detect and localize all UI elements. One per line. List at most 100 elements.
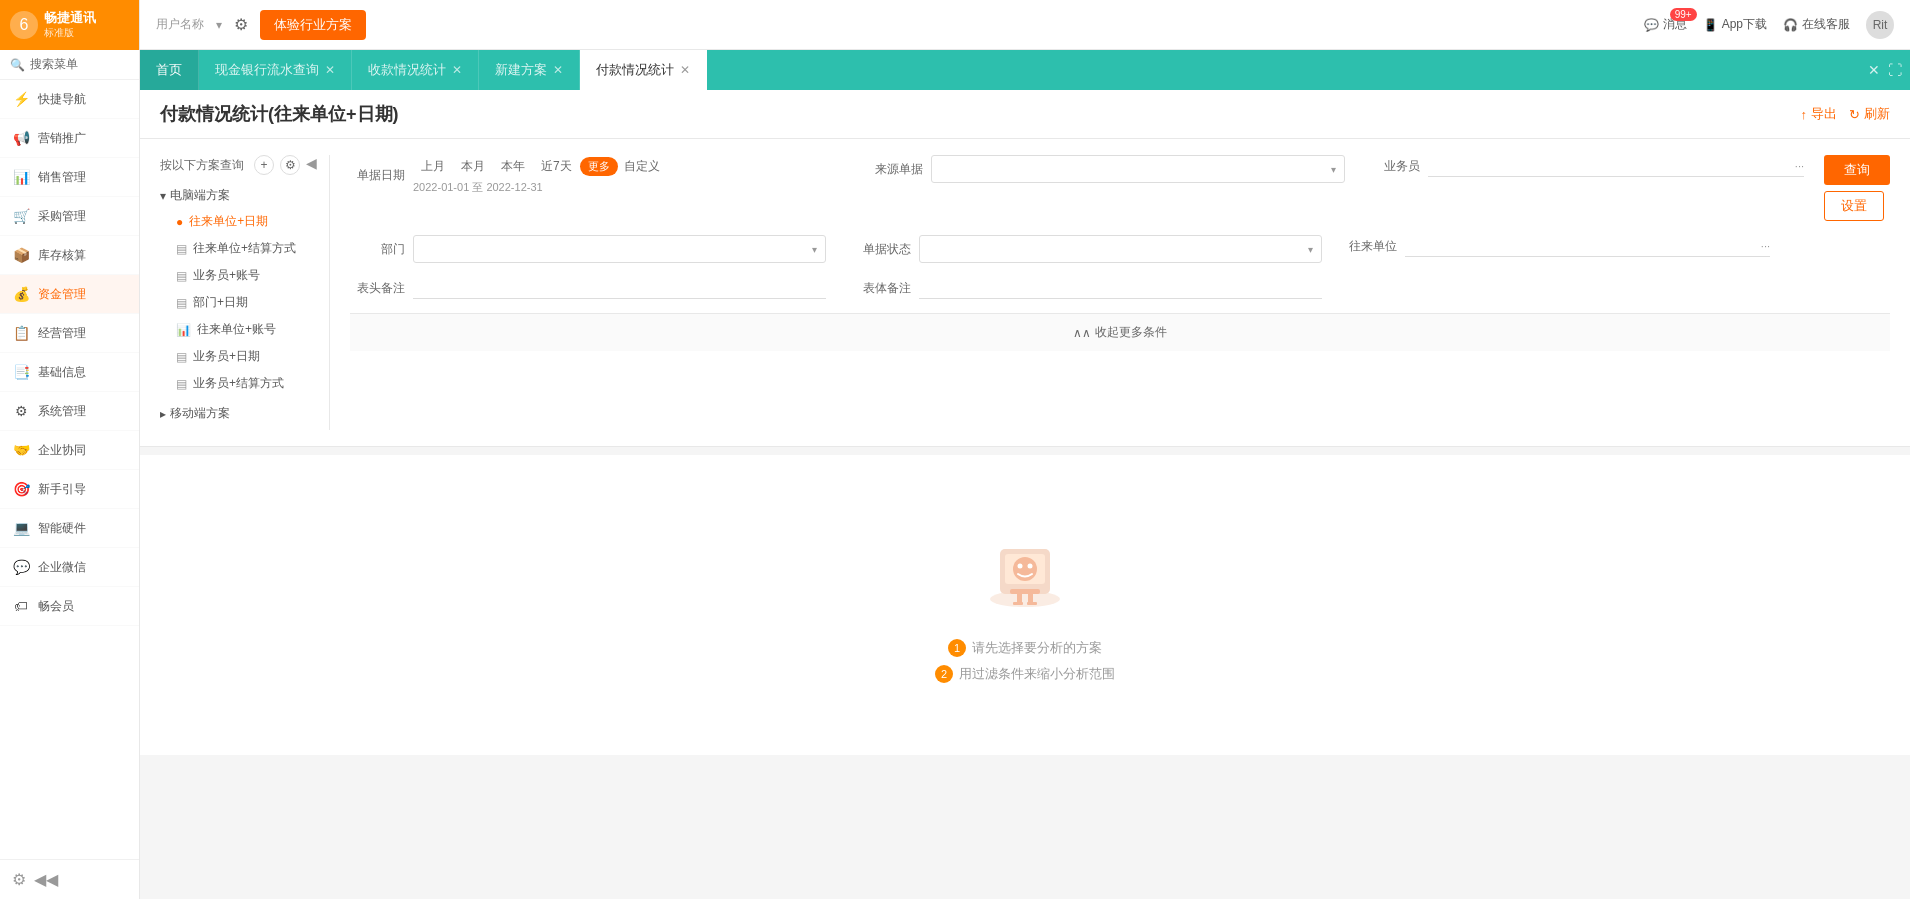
related-unit-more-icon[interactable]: ··· — [1761, 240, 1770, 252]
tab-collection[interactable]: 收款情况统计✕ — [352, 50, 479, 90]
sidebar-item-basic[interactable]: 📑 基础信息 — [0, 353, 139, 392]
tab-new_scheme[interactable]: 新建方案 ✕ — [479, 50, 580, 90]
date-this-year[interactable]: 本年 — [493, 155, 533, 178]
related-unit-value[interactable]: ··· — [1405, 235, 1770, 257]
collapse-more-button[interactable]: ∧∧ 收起更多条件 — [1073, 324, 1167, 341]
nav-label-capital: 资金管理 — [38, 286, 86, 303]
tab-close-new_scheme[interactable]: ✕ — [553, 63, 563, 77]
scheme-group-title-mobile[interactable]: ▸移动端方案 — [160, 401, 317, 426]
svg-rect-10 — [1027, 602, 1037, 605]
sidebar-item-member[interactable]: 🏷 畅会员 — [0, 587, 139, 626]
sidebar-item-inventory[interactable]: 📦 库存核算 — [0, 236, 139, 275]
header-note-field: 表头备注 — [350, 277, 826, 299]
nav-icon-marketing: 📢 — [12, 129, 30, 147]
service-icon: 🎧 — [1783, 18, 1798, 32]
nav-icon-purchase: 🛒 — [12, 207, 30, 225]
nav-icon-sales: 📊 — [12, 168, 30, 186]
scheme-item-unit_account[interactable]: 📊往来单位+账号 — [160, 316, 317, 343]
tab-close-payment[interactable]: ✕ — [680, 63, 690, 77]
header-dropdown-arrow[interactable]: ▾ — [216, 18, 222, 32]
export-button[interactable]: ↑ 导出 — [1801, 105, 1838, 123]
sidebar-item-wechat[interactable]: 💬 企业微信 — [0, 548, 139, 587]
trial-button[interactable]: 体验行业方案 — [260, 10, 366, 40]
dept-label: 部门 — [350, 241, 405, 258]
sidebar-item-sales[interactable]: 📊 销售管理 — [0, 158, 139, 197]
staff-label: 业务员 — [1365, 158, 1420, 175]
scheme-add-button[interactable]: + — [254, 155, 274, 175]
scheme-item-dept_date[interactable]: ▤部门+日期 — [160, 289, 317, 316]
tab-payment[interactable]: 付款情况统计 ✕ — [580, 50, 707, 90]
export-icon: ↑ — [1801, 107, 1808, 122]
tab-close-cashflow[interactable]: ✕ — [325, 63, 335, 77]
date-this-month[interactable]: 本月 — [453, 155, 493, 178]
filter-row-2: 部门 ▾ 单据状态 ▾ 往来单位 — [350, 235, 1890, 263]
voucher-date-field: 单据日期 上月 本月 本年 近7天 更多 自定义 2022-01-01 至 20… — [350, 155, 838, 195]
maximize-icon[interactable]: ⛶ — [1888, 62, 1902, 78]
app-download-button[interactable]: 📱 App下载 — [1703, 16, 1767, 33]
tab-home[interactable]: 首页 — [140, 50, 199, 90]
scheme-collapse-button[interactable]: ◀ — [306, 155, 317, 175]
date-last-7-days[interactable]: 近7天 — [533, 155, 580, 178]
sidebar-item-guide[interactable]: 🎯 新手引导 — [0, 470, 139, 509]
tab-cashflow[interactable]: 现金银行流水查询✕ — [199, 50, 352, 90]
refresh-button[interactable]: ↻ 刷新 — [1849, 105, 1890, 123]
empty-illustration — [975, 519, 1075, 619]
nav-icon-inventory: 📦 — [12, 246, 30, 264]
sidebar-item-quicknav[interactable]: ⚡ 快捷导航 — [0, 80, 139, 119]
scheme-header-title: 按以下方案查询 — [160, 157, 244, 174]
body-note-value[interactable] — [919, 277, 1322, 299]
scheme-settings-button[interactable]: ⚙ — [280, 155, 300, 175]
collapse-sidebar-icon[interactable]: ◀◀ — [34, 870, 58, 889]
scheme-item-staff_date[interactable]: ▤业务员+日期 — [160, 343, 317, 370]
page-actions: ↑ 导出 ↻ 刷新 — [1801, 105, 1891, 123]
nav-label-inventory: 库存核算 — [38, 247, 86, 264]
sidebar-item-capital[interactable]: 💰 资金管理 — [0, 275, 139, 314]
sidebar-item-system[interactable]: ⚙ 系统管理 — [0, 392, 139, 431]
search-icon: 🔍 — [10, 58, 25, 72]
scheme-group-title-desktop[interactable]: ▾电脑端方案 — [160, 183, 317, 208]
close-all-tabs-icon[interactable]: ✕ — [1868, 62, 1880, 78]
scheme-item-staff_settlement[interactable]: ▤业务员+结算方式 — [160, 370, 317, 397]
svg-rect-8 — [1028, 594, 1033, 602]
staff-more-icon[interactable]: ··· — [1795, 160, 1804, 172]
sidebar-item-enterprise[interactable]: 🤝 企业协同 — [0, 431, 139, 470]
scheme-item-icon-dept_date: ▤ — [176, 296, 187, 310]
dept-select[interactable]: ▾ — [413, 235, 826, 263]
query-button[interactable]: 查询 — [1824, 155, 1890, 185]
header-note-label: 表头备注 — [350, 280, 405, 297]
sidebar-item-purchase[interactable]: 🛒 采购管理 — [0, 197, 139, 236]
filter-settings-button[interactable]: 设置 — [1824, 191, 1884, 221]
tab-close-collection[interactable]: ✕ — [452, 63, 462, 77]
scheme-item-unit_date[interactable]: ●往来单位+日期 — [160, 208, 317, 235]
svg-point-4 — [1018, 564, 1023, 569]
date-more[interactable]: 更多 — [580, 157, 618, 176]
scheme-item-unit_settlement[interactable]: ▤往来单位+结算方式 — [160, 235, 317, 262]
sidebar-item-operation[interactable]: 📋 经营管理 — [0, 314, 139, 353]
date-range-value: 2022-01-01 至 2022-12-31 — [413, 180, 838, 195]
voucher-status-select[interactable]: ▾ — [919, 235, 1322, 263]
online-service-button[interactable]: 🎧 在线客服 — [1783, 16, 1850, 33]
header-note-value[interactable] — [413, 277, 826, 299]
scheme-item-staff_account[interactable]: ▤业务员+账号 — [160, 262, 317, 289]
filter-section: 按以下方案查询 + ⚙ ◀ ▾电脑端方案●往来单位+日期▤往来单位+结算方式▤业… — [140, 139, 1910, 447]
settings-footer-icon[interactable]: ⚙ — [12, 870, 26, 889]
nav-label-sales: 销售管理 — [38, 169, 86, 186]
user-avatar[interactable]: Rit — [1866, 11, 1894, 39]
header-settings-icon[interactable]: ⚙ — [234, 15, 248, 34]
tab-label-payment: 付款情况统计 — [596, 61, 674, 79]
sidebar-item-marketing[interactable]: 📢 营销推广 — [0, 119, 139, 158]
messages-badge: 99+ — [1670, 8, 1697, 21]
staff-value[interactable]: ··· — [1428, 155, 1804, 177]
export-label: 导出 — [1811, 105, 1837, 123]
sidebar-item-hardware[interactable]: 💻 智能硬件 — [0, 509, 139, 548]
page-title: 付款情况统计(往来单位+日期) — [160, 102, 399, 126]
scheme-item-icon-unit_settlement: ▤ — [176, 242, 187, 256]
voucher-date-label: 单据日期 — [350, 167, 405, 184]
date-last-month[interactable]: 上月 — [413, 155, 453, 178]
messages-button[interactable]: 💬 消息 99+ — [1644, 16, 1687, 33]
source-voucher-select[interactable]: ▾ — [931, 155, 1346, 183]
tab-label-new_scheme: 新建方案 — [495, 61, 547, 79]
search-menu[interactable]: 🔍 搜索菜单 — [0, 50, 139, 80]
search-label: 搜索菜单 — [30, 56, 78, 73]
date-custom[interactable]: 自定义 — [624, 158, 660, 175]
